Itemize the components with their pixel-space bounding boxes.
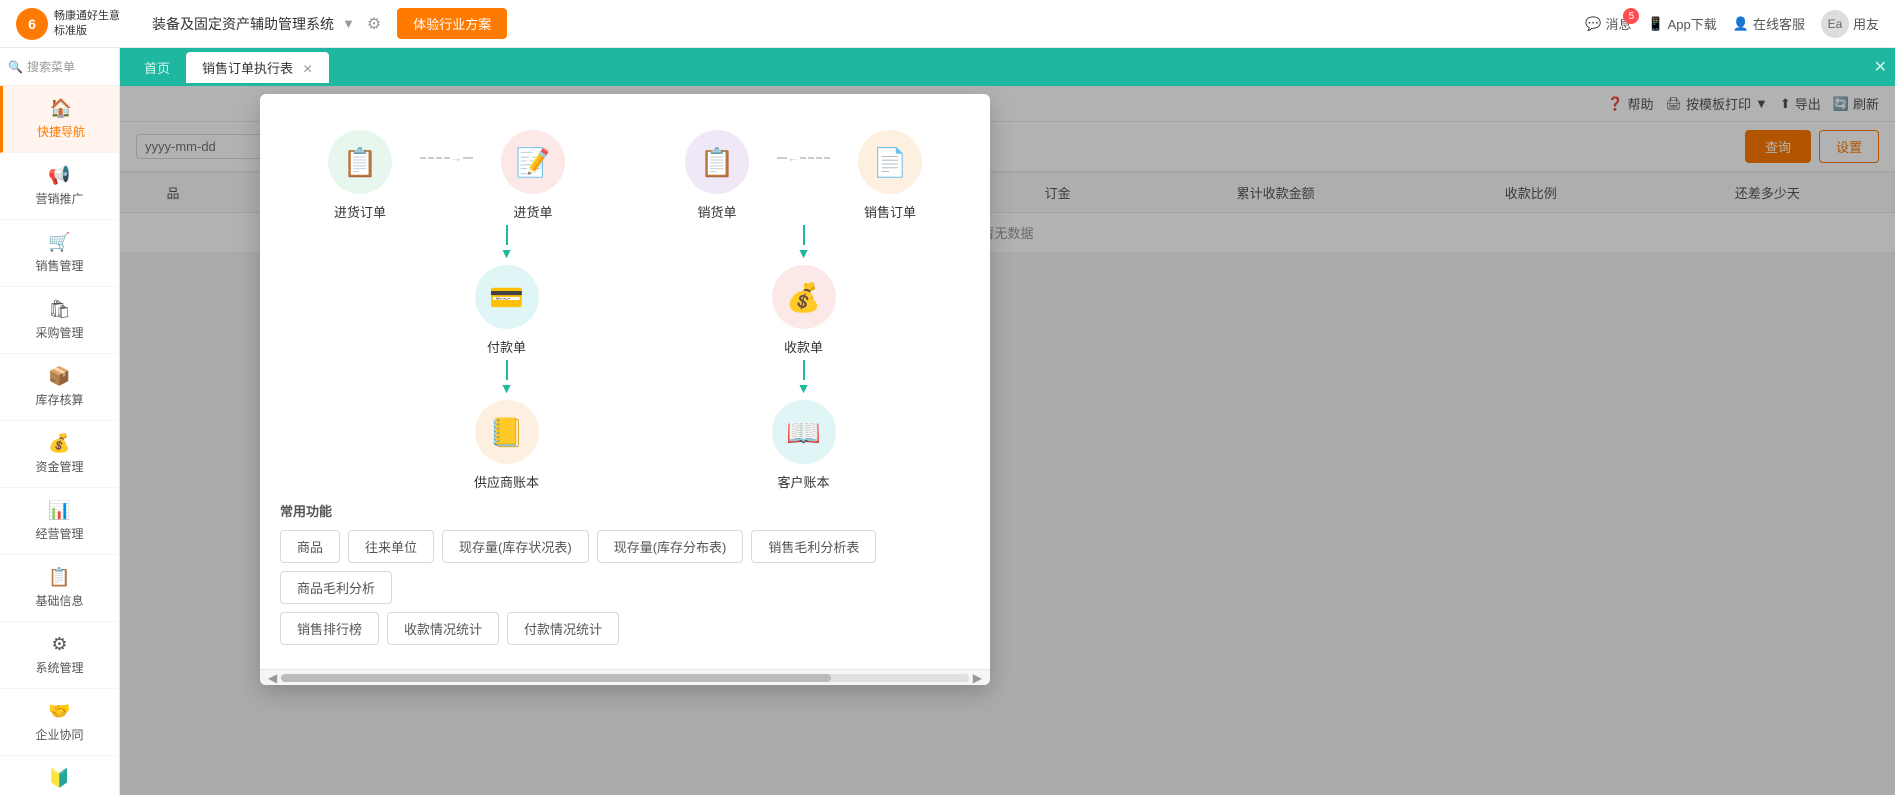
flow-node-supplier-ledger[interactable]: 📒 供应商账本 [447,400,567,491]
user-profile[interactable]: Ea 用友 [1821,10,1879,38]
collab-icon: 🤝 [48,701,70,722]
message-btn[interactable]: 💬 消息 5 [1585,14,1631,33]
sidebar: 🔍 搜索菜单 🏠 快捷导航 📢 营销推广 🛒 销售管理 🛍 采购管理 📦 库存核… [0,48,120,795]
logo-text: 畅康通好生意 标准版 [54,9,120,38]
func-btn-receipt-stats[interactable]: 收款情况统计 [387,612,499,645]
func-btn-product[interactable]: 商品 [280,530,340,563]
supplier-ledger-icon: 📒 [475,400,539,464]
sidebar-item-basic[interactable]: 📋 基础信息 [0,555,119,622]
operation-icon: 📊 [48,500,70,521]
flow-node-receipt[interactable]: 💰 收款单 [744,265,864,356]
scroll-left-icon[interactable]: ◀ [264,671,281,685]
sidebar-item-collab[interactable]: 🤝 企业协同 [0,689,119,756]
purchase-bill-label: 进货单 [513,202,552,221]
tab-home[interactable]: 首页 [128,52,186,83]
logo-area: 6 畅康通好生意 标准版 [16,8,136,40]
sidebar-search[interactable]: 🔍 搜索菜单 [0,48,119,86]
settings-icon[interactable]: ⚙ [367,14,381,34]
purchase-icon: 🛍 [48,299,71,320]
payment-label: 付款单 [487,337,526,356]
purchase-order-icon: 📋 [328,130,392,194]
logo-icon: 6 [16,8,48,40]
modal-scrollbar: ◀ ▶ [260,669,990,685]
sidebar-item-system[interactable]: ⚙ 系统管理 [0,622,119,689]
message-icon: 💬 [1585,16,1601,32]
phone-icon: 📱 [1647,16,1663,32]
sales-bill-label: 销货单 [697,202,736,221]
flow-section: 📋 进货订单 → 📝 [260,94,990,501]
online-service-btn[interactable]: 👤 在线客服 [1733,14,1805,33]
sales-bill-icon: 📋 [685,130,749,194]
system-title-area: 装备及固定资产辅助管理系统 ▼ ⚙ 体验行业方案 [152,8,1585,39]
avatar: Ea [1821,10,1849,38]
header-right: 💬 消息 5 📱 App下载 👤 在线客服 Ea 用友 [1585,10,1879,38]
customer-ledger-icon: 📖 [772,400,836,464]
message-badge: 5 [1623,8,1639,24]
guide-icon: 🔰 [48,768,70,789]
search-icon: 🔍 [8,60,23,74]
flow-node-payment[interactable]: 💳 付款单 [447,265,567,356]
tab-sales-exec[interactable]: 销售订单执行表 ✕ [186,52,329,83]
finance-icon: 💰 [48,433,70,454]
sidebar-item-operation[interactable]: 📊 经营管理 [0,488,119,555]
func-btn-stock-dist[interactable]: 现存量(库存分布表) [597,530,744,563]
func-btn-stock-status[interactable]: 现存量(库存状况表) [442,530,589,563]
purchase-order-label: 进货订单 [334,202,386,221]
scroll-right-icon[interactable]: ▶ [969,671,986,685]
flow-node-sales-bill[interactable]: 📋 销货单 [657,130,777,221]
purchase-bill-icon: 📝 [501,130,565,194]
basic-icon: 📋 [48,567,70,588]
func-btn-product-profit[interactable]: 商品毛利分析 [280,571,392,604]
supplier-ledger-label: 供应商账本 [474,472,539,491]
service-icon: 👤 [1733,16,1749,32]
func-buttons-row-1: 商品 往来单位 现存量(库存状况表) 现存量(库存分布表) 销售毛利分析表 商品… [280,530,970,604]
func-buttons-row-2: 销售排行榜 收款情况统计 付款情况统计 [280,612,970,645]
close-all-tabs-icon[interactable]: ✕ [1874,57,1887,77]
func-btn-sales-profit[interactable]: 销售毛利分析表 [751,530,876,563]
common-funcs-title: 常用功能 [280,501,970,520]
sidebar-item-marketing[interactable]: 📢 营销推广 [0,153,119,220]
receipt-label: 收款单 [784,337,823,356]
sales-icon: 🛒 [48,232,70,253]
modal: 📋 进货订单 → 📝 [260,94,990,685]
common-funcs: 常用功能 商品 往来单位 现存量(库存状况表) 现存量(库存分布表) 销售毛利分… [260,501,990,669]
dropdown-arrow-icon[interactable]: ▼ [342,16,355,31]
marketing-icon: 📢 [48,165,70,186]
sales-order-icon: 📄 [858,130,922,194]
sidebar-item-guide[interactable]: 🔰 新手引导 [0,756,119,795]
func-btn-payment-stats[interactable]: 付款情况统计 [507,612,619,645]
modal-overlay: 📋 进货订单 → 📝 [120,86,1895,795]
app-download-btn[interactable]: 📱 App下载 [1647,14,1716,33]
sidebar-item-quick[interactable]: 🏠 快捷导航 [0,86,119,153]
customer-ledger-label: 客户账本 [777,472,829,491]
func-btn-partners[interactable]: 往来单位 [348,530,434,563]
receipt-icon: 💰 [772,265,836,329]
main-layout: 🔍 搜索菜单 🏠 快捷导航 📢 营销推广 🛒 销售管理 🛍 采购管理 📦 库存核… [0,48,1895,795]
system-title: 装备及固定资产辅助管理系统 [152,14,334,34]
inventory-icon: 📦 [48,366,70,387]
system-icon: ⚙ [51,634,67,655]
scrollbar-track[interactable] [281,674,969,682]
flow-node-purchase-order[interactable]: 📋 进货订单 [300,130,420,221]
home-icon: 🏠 [50,98,72,119]
func-btn-sales-rank[interactable]: 销售排行榜 [280,612,379,645]
flow-node-customer-ledger[interactable]: 📖 客户账本 [744,400,864,491]
sidebar-item-purchase[interactable]: 🛍 采购管理 [0,287,119,354]
page-content: ❓ 帮助 🖨 按模板打印 ▼ ⬆ 导出 🔄 刷新 [120,86,1895,795]
top-header: 6 畅康通好生意 标准版 装备及固定资产辅助管理系统 ▼ ⚙ 体验行业方案 💬 … [0,0,1895,48]
payment-icon: 💳 [475,265,539,329]
sales-order-label: 销售订单 [864,202,916,221]
flow-node-sales-order[interactable]: 📄 销售订单 [830,130,950,221]
sidebar-item-inventory[interactable]: 📦 库存核算 [0,354,119,421]
sidebar-item-finance[interactable]: 💰 资金管理 [0,421,119,488]
sidebar-item-sales[interactable]: 🛒 销售管理 [0,220,119,287]
tab-close-icon[interactable]: ✕ [303,62,313,76]
try-btn[interactable]: 体验行业方案 [397,8,507,39]
flow-node-purchase-bill[interactable]: 📝 进货单 [473,130,593,221]
scrollbar-thumb[interactable] [281,674,831,682]
content-area: 首页 销售订单执行表 ✕ ✕ ❓ 帮助 🖨 按模板打印 [120,48,1895,795]
tabs-bar: 首页 销售订单执行表 ✕ ✕ [120,48,1895,86]
